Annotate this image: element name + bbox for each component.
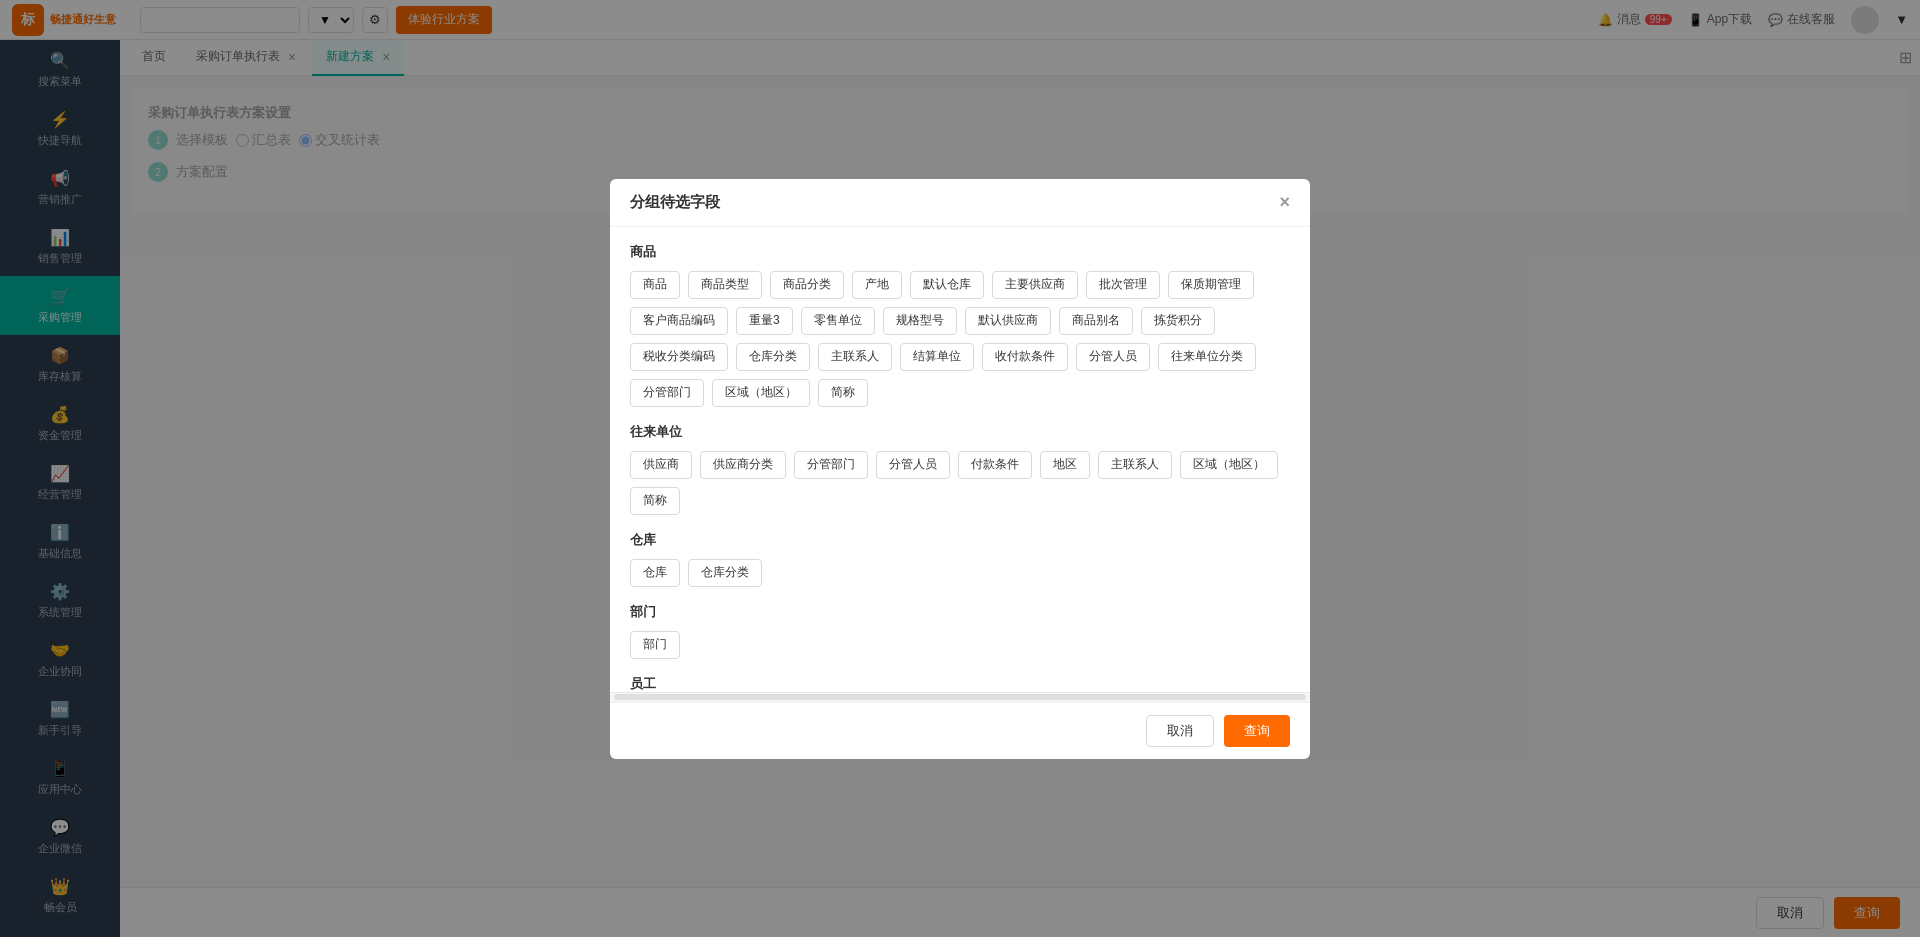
- field-tag-1-7[interactable]: 区域（地区）: [1180, 451, 1278, 479]
- modal-header: 分组待选字段 ×: [610, 179, 1310, 227]
- modal-confirm-button[interactable]: 查询: [1224, 715, 1290, 747]
- field-tag-0-22[interactable]: 分管部门: [630, 379, 704, 407]
- section-title-0: 商品: [630, 243, 1290, 261]
- field-grid-3: 部门: [630, 631, 1290, 659]
- field-tag-0-14[interactable]: 拣货积分: [1141, 307, 1215, 335]
- field-tag-2-0[interactable]: 仓库: [630, 559, 680, 587]
- modal-horizontal-scrollbar[interactable]: [610, 692, 1310, 701]
- field-tag-0-21[interactable]: 往来单位分类: [1158, 343, 1256, 371]
- field-tag-2-1[interactable]: 仓库分类: [688, 559, 762, 587]
- field-tag-1-6[interactable]: 主联系人: [1098, 451, 1172, 479]
- field-tag-0-17[interactable]: 主联系人: [818, 343, 892, 371]
- field-tag-1-8[interactable]: 简称: [630, 487, 680, 515]
- field-tag-0-8[interactable]: 客户商品编码: [630, 307, 728, 335]
- modal-overlay: 分组待选字段 × 商品商品商品类型商品分类产地默认仓库主要供应商批次管理保质期管…: [0, 0, 1920, 937]
- field-tag-0-19[interactable]: 收付款条件: [982, 343, 1068, 371]
- section-title-3: 部门: [630, 603, 1290, 621]
- field-tag-0-4[interactable]: 默认仓库: [910, 271, 984, 299]
- modal-title: 分组待选字段: [630, 193, 720, 212]
- field-tag-0-1[interactable]: 商品类型: [688, 271, 762, 299]
- field-tag-0-0[interactable]: 商品: [630, 271, 680, 299]
- modal-cancel-button[interactable]: 取消: [1146, 715, 1214, 747]
- field-tag-1-1[interactable]: 供应商分类: [700, 451, 786, 479]
- field-tag-1-0[interactable]: 供应商: [630, 451, 692, 479]
- field-tag-0-7[interactable]: 保质期管理: [1168, 271, 1254, 299]
- field-tag-3-0[interactable]: 部门: [630, 631, 680, 659]
- field-tag-0-12[interactable]: 默认供应商: [965, 307, 1051, 335]
- field-tag-0-6[interactable]: 批次管理: [1086, 271, 1160, 299]
- field-tag-1-5[interactable]: 地区: [1040, 451, 1090, 479]
- field-tag-0-24[interactable]: 简称: [818, 379, 868, 407]
- field-tag-0-18[interactable]: 结算单位: [900, 343, 974, 371]
- field-tag-1-4[interactable]: 付款条件: [958, 451, 1032, 479]
- field-grid-1: 供应商供应商分类分管部门分管人员付款条件地区主联系人区域（地区） 简称: [630, 451, 1290, 515]
- field-tag-0-3[interactable]: 产地: [852, 271, 902, 299]
- modal-hscroll-thumb: [614, 694, 1306, 700]
- field-tag-0-2[interactable]: 商品分类: [770, 271, 844, 299]
- field-tag-0-11[interactable]: 规格型号: [883, 307, 957, 335]
- field-section-2: 仓库仓库仓库分类: [630, 531, 1290, 587]
- modal-body: 商品商品商品类型商品分类产地默认仓库主要供应商批次管理保质期管理客户商品编码重量…: [610, 227, 1310, 693]
- field-tag-0-23[interactable]: 区域（地区）: [712, 379, 810, 407]
- field-section-1: 往来单位供应商供应商分类分管部门分管人员付款条件地区主联系人区域（地区） 简称: [630, 423, 1290, 515]
- field-tag-0-15[interactable]: 税收分类编码: [630, 343, 728, 371]
- field-tag-0-5[interactable]: 主要供应商: [992, 271, 1078, 299]
- field-grid-0: 商品商品类型商品分类产地默认仓库主要供应商批次管理保质期管理客户商品编码重量3 零…: [630, 271, 1290, 407]
- field-section-0: 商品商品商品类型商品分类产地默认仓库主要供应商批次管理保质期管理客户商品编码重量…: [630, 243, 1290, 407]
- field-tag-0-10[interactable]: 零售单位: [801, 307, 875, 335]
- modal: 分组待选字段 × 商品商品商品类型商品分类产地默认仓库主要供应商批次管理保质期管…: [610, 179, 1310, 759]
- field-tag-0-13[interactable]: 商品别名: [1059, 307, 1133, 335]
- section-title-4: 员工: [630, 675, 1290, 693]
- section-title-1: 往来单位: [630, 423, 1290, 441]
- modal-footer: 取消 查询: [610, 702, 1310, 759]
- field-section-4: 员工业务员: [630, 675, 1290, 693]
- field-tag-1-3[interactable]: 分管人员: [876, 451, 950, 479]
- field-tag-0-9[interactable]: 重量3: [736, 307, 793, 335]
- section-title-2: 仓库: [630, 531, 1290, 549]
- field-grid-2: 仓库仓库分类: [630, 559, 1290, 587]
- field-section-3: 部门部门: [630, 603, 1290, 659]
- field-tag-0-16[interactable]: 仓库分类: [736, 343, 810, 371]
- field-tag-1-2[interactable]: 分管部门: [794, 451, 868, 479]
- field-tag-0-20[interactable]: 分管人员: [1076, 343, 1150, 371]
- modal-close-button[interactable]: ×: [1279, 192, 1290, 213]
